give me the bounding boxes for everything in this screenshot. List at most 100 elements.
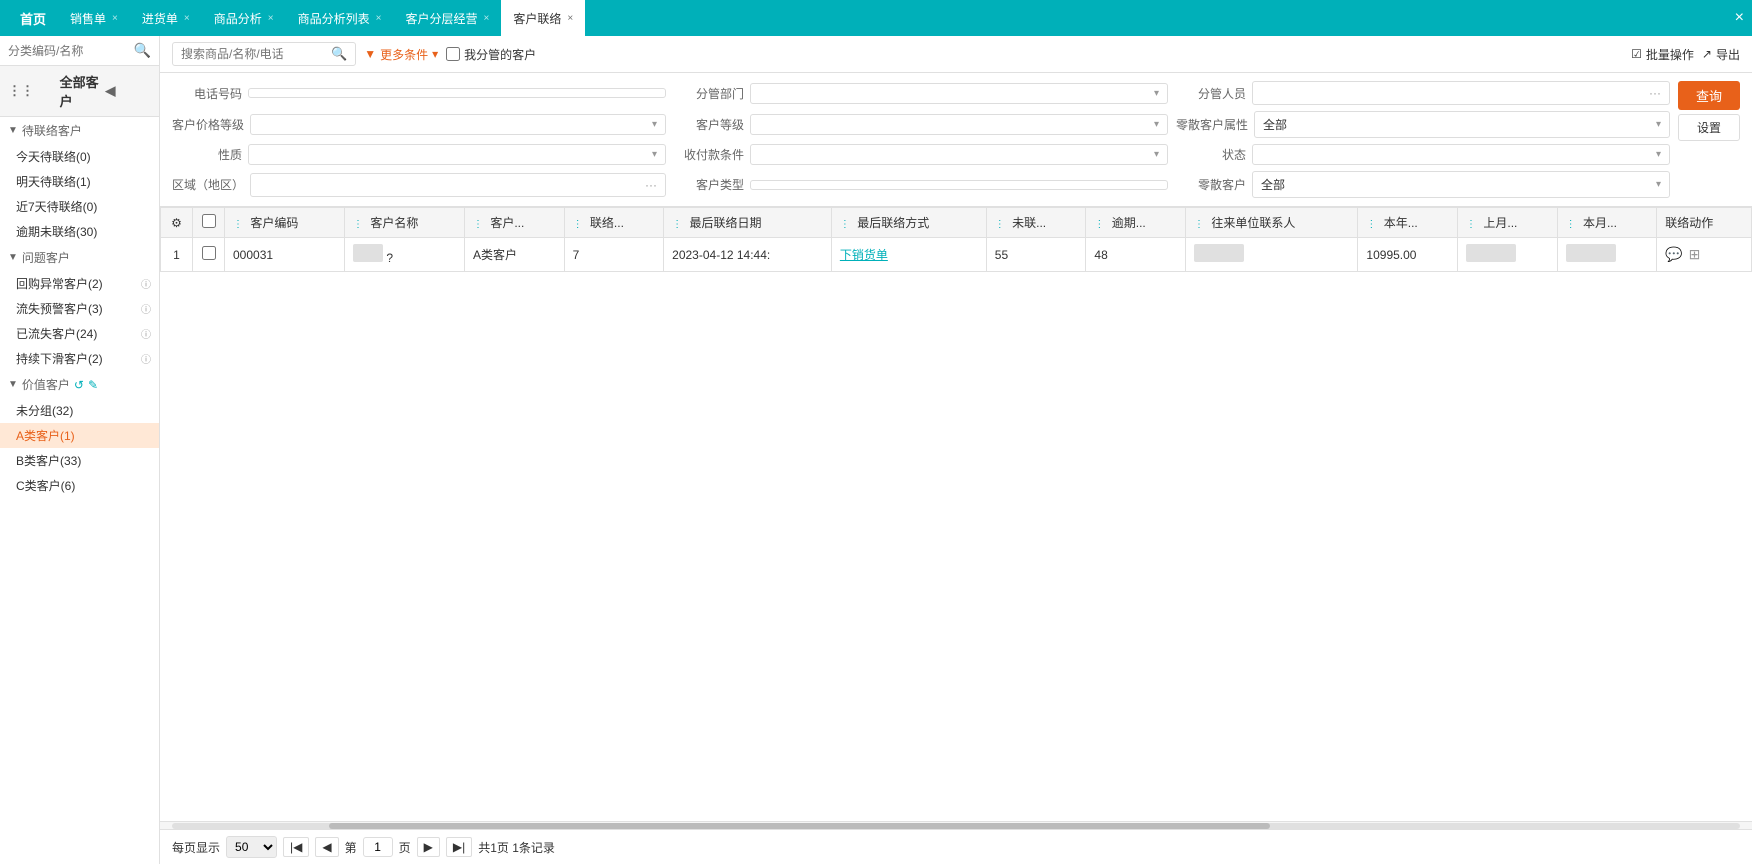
scatter-customer-select[interactable]: 全部 ▾ bbox=[1252, 171, 1670, 198]
price-level-select[interactable]: ▾ bbox=[250, 114, 666, 135]
filter-scatter-customer: 零散客户 全部 ▾ bbox=[1176, 171, 1670, 198]
sidebar-item-overdue[interactable]: 逾期未联络(30) bbox=[0, 219, 159, 244]
close-all-tabs-icon[interactable]: × bbox=[1735, 9, 1744, 27]
filter-search-input[interactable] bbox=[181, 47, 331, 61]
sidebar-item-ungrouped[interactable]: 未分组(32) bbox=[0, 398, 159, 423]
next-page-button[interactable]: ▶ bbox=[417, 837, 440, 857]
close-goods-analysis-icon[interactable]: × bbox=[268, 13, 274, 24]
nav-purchase[interactable]: 进货单 × bbox=[130, 0, 202, 36]
last-method-link[interactable]: 下销货单 bbox=[840, 248, 888, 262]
row-checkbox[interactable] bbox=[202, 246, 216, 260]
scatter-attr-select[interactable]: 全部 ▾ bbox=[1254, 111, 1670, 138]
settings-button[interactable]: 设置 bbox=[1678, 114, 1740, 141]
filter-dept: 分管部门 ▾ bbox=[674, 83, 1168, 104]
more-filter-button[interactable]: ▼ 更多条件 ▾ bbox=[364, 46, 438, 63]
filter-bar: 🔍 ▼ 更多条件 ▾ 我分管的客户 ☑ 批量操作 ↗ 导出 bbox=[160, 36, 1752, 73]
page-number-input[interactable] bbox=[363, 837, 393, 857]
refresh-icon[interactable]: ↺ bbox=[74, 378, 84, 392]
sort-icon-lmonth: ⋮ bbox=[1466, 219, 1476, 230]
status-select[interactable]: ▾ bbox=[1252, 144, 1670, 165]
customer-level-select[interactable]: ▾ bbox=[750, 114, 1168, 135]
my-customer-check[interactable] bbox=[446, 47, 460, 61]
close-customer-tier-icon[interactable]: × bbox=[483, 13, 489, 24]
col-settings[interactable]: ⚙ bbox=[161, 208, 193, 238]
sidebar-item-week[interactable]: 近7天待联络(0) bbox=[0, 194, 159, 219]
select-all-checkbox[interactable] bbox=[202, 214, 216, 228]
per-page-label: 每页显示 bbox=[172, 839, 220, 856]
nav-home[interactable]: 首页 bbox=[8, 0, 58, 36]
edit-icon[interactable]: ✎ bbox=[88, 378, 98, 392]
row-checkbox-cell[interactable] bbox=[193, 238, 225, 272]
sort-icon-unit: ⋮ bbox=[1194, 219, 1204, 230]
arrow-down-icon-3: ▼ bbox=[8, 379, 18, 390]
batch-op-button[interactable]: ☑ 批量操作 bbox=[1631, 46, 1694, 63]
sidebar-search-icon[interactable]: 🔍 bbox=[134, 42, 151, 59]
col-checkbox[interactable] bbox=[193, 208, 225, 238]
query-button[interactable]: 查询 bbox=[1678, 81, 1740, 110]
sidebar-item-today[interactable]: 今天待联络(0) bbox=[0, 144, 159, 169]
nav-goods-analysis[interactable]: 商品分析 × bbox=[202, 0, 286, 36]
last-page-button[interactable]: ▶| bbox=[446, 837, 472, 857]
sidebar-item-declining[interactable]: 持续下滑客户(2) ⓘ bbox=[0, 346, 159, 371]
col-overdue: ⋮ 逾期... bbox=[1086, 208, 1186, 238]
main-layout: 🔍 ⋮⋮ 全部客户 ◀ ▼ 待联络客户 今天待联络(0) 明天待联络(1) 近7… bbox=[0, 36, 1752, 864]
nature-select[interactable]: ▾ bbox=[248, 144, 666, 165]
filter-search-container: 🔍 bbox=[172, 42, 356, 66]
gear-icon[interactable]: ⚙ bbox=[171, 216, 182, 230]
filter-price-level: 客户价格等级 ▾ bbox=[172, 114, 666, 135]
filter-phone: 电话号码 bbox=[172, 85, 666, 102]
prev-page-button[interactable]: ◀ bbox=[315, 837, 338, 857]
sidebar-search-input[interactable] bbox=[8, 44, 134, 58]
sidebar-all-customers[interactable]: ⋮⋮ 全部客户 ◀ bbox=[0, 66, 159, 117]
row-last-method[interactable]: 下销货单 bbox=[831, 238, 986, 272]
content-area: 🔍 ▼ 更多条件 ▾ 我分管的客户 ☑ 批量操作 ↗ 导出 bbox=[160, 36, 1752, 864]
manager-input[interactable]: ··· bbox=[1252, 81, 1670, 105]
sidebar-item-tomorrow[interactable]: 明天待联络(1) bbox=[0, 169, 159, 194]
sidebar-item-class-b[interactable]: B类客户(33) bbox=[0, 448, 159, 473]
horizontal-scrollbar[interactable] bbox=[160, 821, 1752, 829]
sidebar-group-pending[interactable]: ▼ 待联络客户 bbox=[0, 117, 159, 144]
collapse-icon[interactable]: ◀ bbox=[105, 83, 151, 99]
status-label: 状态 bbox=[1176, 146, 1246, 163]
sidebar-group-problem[interactable]: ▼ 问题客户 bbox=[0, 244, 159, 271]
sidebar-item-lost[interactable]: 已流失客户(24) ⓘ bbox=[0, 321, 159, 346]
first-page-button[interactable]: |◀ bbox=[283, 837, 309, 857]
nav-sales[interactable]: 销售单 × bbox=[58, 0, 130, 36]
per-page-select[interactable]: 50 100 200 bbox=[226, 836, 277, 858]
nav-customer-contact[interactable]: 客户联络 × bbox=[501, 0, 585, 36]
dept-select[interactable]: ▾ bbox=[750, 83, 1168, 104]
sidebar-item-repurchase[interactable]: 回购异常客户(2) ⓘ bbox=[0, 271, 159, 296]
export-button[interactable]: ↗ 导出 bbox=[1702, 46, 1740, 63]
nav-customer-tier[interactable]: 客户分层经营 × bbox=[393, 0, 501, 36]
close-sales-icon[interactable]: × bbox=[112, 13, 118, 24]
dept-label: 分管部门 bbox=[674, 85, 744, 102]
customer-table: ⚙ ⋮ 客户编码 ⋮ 客户名称 bbox=[160, 207, 1752, 272]
my-customer-checkbox[interactable]: 我分管的客户 bbox=[446, 46, 536, 63]
customer-type-input[interactable] bbox=[750, 180, 1168, 190]
nav-goods-analysis-list[interactable]: 商品分析列表 × bbox=[286, 0, 394, 36]
filter-search-icon[interactable]: 🔍 bbox=[331, 46, 347, 62]
sidebar-item-churn[interactable]: 流失预警客户(3) ⓘ bbox=[0, 296, 159, 321]
close-purchase-icon[interactable]: × bbox=[184, 13, 190, 24]
sidebar-group-value[interactable]: ▼ 价值客户 ↺ ✎ bbox=[0, 371, 159, 398]
qr-action-icon[interactable]: ⊞ bbox=[1689, 246, 1701, 263]
message-action-icon[interactable]: 💬 bbox=[1665, 246, 1682, 263]
col-last-method: ⋮ 最后联络方式 bbox=[831, 208, 986, 238]
sidebar-item-class-c[interactable]: C类客户(6) bbox=[0, 473, 159, 498]
region-input[interactable]: ··· bbox=[250, 173, 666, 197]
phone-input[interactable] bbox=[248, 88, 666, 98]
total-pages-label: 页 bbox=[399, 839, 411, 856]
total-records-label: 共1页 1条记录 bbox=[478, 839, 555, 856]
sidebar-item-class-a[interactable]: A类客户(1) bbox=[0, 423, 159, 448]
nature-down-icon: ▾ bbox=[652, 149, 657, 160]
close-customer-contact-icon[interactable]: × bbox=[567, 13, 573, 24]
close-goods-analysis-list-icon[interactable]: × bbox=[376, 13, 382, 24]
payment-select[interactable]: ▾ bbox=[750, 144, 1168, 165]
dept-down-icon: ▾ bbox=[1154, 88, 1159, 99]
sort-icon-contact: ⋮ bbox=[573, 219, 583, 230]
sort-icon-method: ⋮ bbox=[840, 219, 850, 230]
col-this-month: ⋮ 本月... bbox=[1557, 208, 1657, 238]
chevron-down-icon: ▾ bbox=[432, 47, 438, 61]
top-navigation: 首页 销售单 × 进货单 × 商品分析 × 商品分析列表 × 客户分层经营 × … bbox=[0, 0, 1752, 36]
table-row: 1 000031 ? A类客户 7 2023-04-12 14:44: bbox=[161, 238, 1752, 272]
